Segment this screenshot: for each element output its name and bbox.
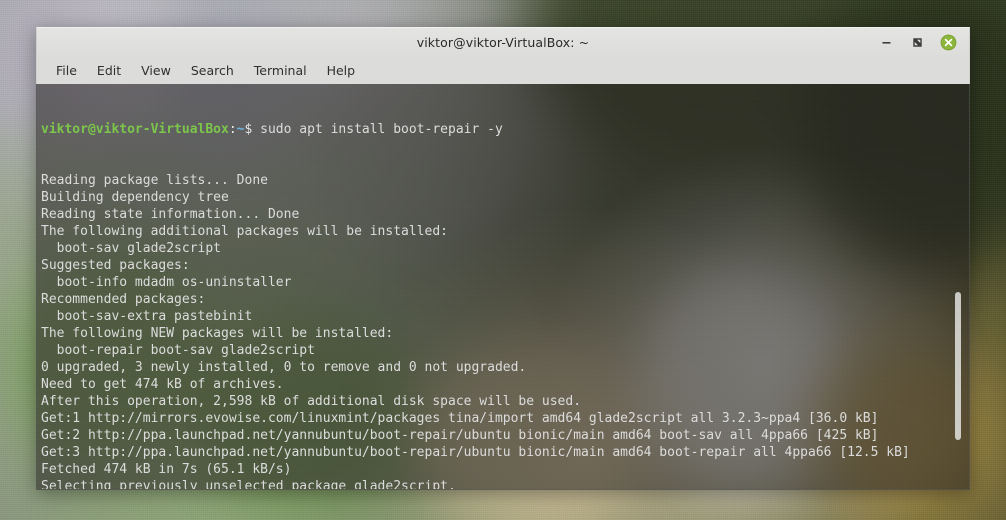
maximize-button[interactable] bbox=[909, 34, 926, 51]
terminal-output-lines: Reading package lists... Done Building de… bbox=[41, 172, 969, 490]
terminal-line: boot-repair boot-sav glade2script bbox=[41, 343, 315, 358]
terminal-line: Selecting previously unselected package … bbox=[41, 479, 456, 490]
terminal-line: Get:1 http://mirrors.evowise.com/linuxmi… bbox=[41, 411, 879, 426]
minimize-button[interactable] bbox=[878, 34, 895, 51]
terminal-line: Recommended packages: bbox=[41, 292, 206, 307]
terminal-line: Reading package lists... Done bbox=[41, 173, 268, 188]
menu-item-edit[interactable]: Edit bbox=[88, 60, 130, 81]
terminal-line: After this operation, 2,598 kB of additi… bbox=[41, 394, 582, 409]
prompt-path: ~ bbox=[236, 122, 245, 137]
desktop: viktor@viktor-VirtualBox: ~ File Edit Vi… bbox=[0, 0, 1006, 520]
terminal-line: boot-info mdadm os-uninstaller bbox=[41, 275, 292, 290]
terminal-line: Get:2 http://ppa.launchpad.net/yannubunt… bbox=[41, 428, 879, 443]
menu-item-terminal[interactable]: Terminal bbox=[245, 60, 316, 81]
terminal-scrollbar[interactable] bbox=[952, 84, 964, 489]
menu-item-file[interactable]: File bbox=[47, 60, 86, 81]
menu-item-search[interactable]: Search bbox=[182, 60, 243, 81]
terminal-line: The following additional packages will b… bbox=[41, 224, 448, 239]
prompt-colon: : bbox=[228, 122, 237, 137]
scrollbar-thumb[interactable] bbox=[955, 292, 961, 440]
terminal-window[interactable]: viktor@viktor-VirtualBox: ~ File Edit Vi… bbox=[36, 27, 970, 490]
prompt-user-host: viktor@viktor-VirtualBox bbox=[41, 122, 229, 137]
terminal-prompt-line: viktor@viktor-VirtualBox:~$ sudo apt ins… bbox=[41, 121, 969, 138]
terminal-line: Get:3 http://ppa.launchpad.net/yannubunt… bbox=[41, 445, 910, 460]
window-titlebar[interactable]: viktor@viktor-VirtualBox: ~ bbox=[36, 27, 970, 57]
menu-bar: File Edit View Search Terminal Help bbox=[36, 57, 970, 84]
terminal-body[interactable]: viktor@viktor-VirtualBox:~$ sudo apt ins… bbox=[36, 84, 970, 490]
menu-item-view[interactable]: View bbox=[132, 60, 180, 81]
terminal-line: Fetched 474 kB in 7s (65.1 kB/s) bbox=[41, 462, 292, 477]
terminal-line: 0 upgraded, 3 newly installed, 0 to remo… bbox=[41, 360, 527, 375]
prompt-command: sudo apt install boot-repair -y bbox=[252, 122, 503, 137]
close-button[interactable] bbox=[940, 34, 957, 51]
menu-item-help[interactable]: Help bbox=[318, 60, 365, 81]
terminal-line: Reading state information... Done bbox=[41, 207, 300, 222]
window-title: viktor@viktor-VirtualBox: ~ bbox=[416, 35, 590, 50]
terminal-line: Building dependency tree bbox=[41, 190, 229, 205]
terminal-line: Need to get 474 kB of archives. bbox=[41, 377, 284, 392]
terminal-line: Suggested packages: bbox=[41, 258, 190, 273]
window-controls bbox=[878, 28, 963, 57]
terminal-line: The following NEW packages will be insta… bbox=[41, 326, 394, 341]
terminal-line: boot-sav-extra pastebinit bbox=[41, 309, 253, 324]
terminal-line: boot-sav glade2script bbox=[41, 241, 222, 256]
terminal-output: viktor@viktor-VirtualBox:~$ sudo apt ins… bbox=[39, 87, 969, 490]
